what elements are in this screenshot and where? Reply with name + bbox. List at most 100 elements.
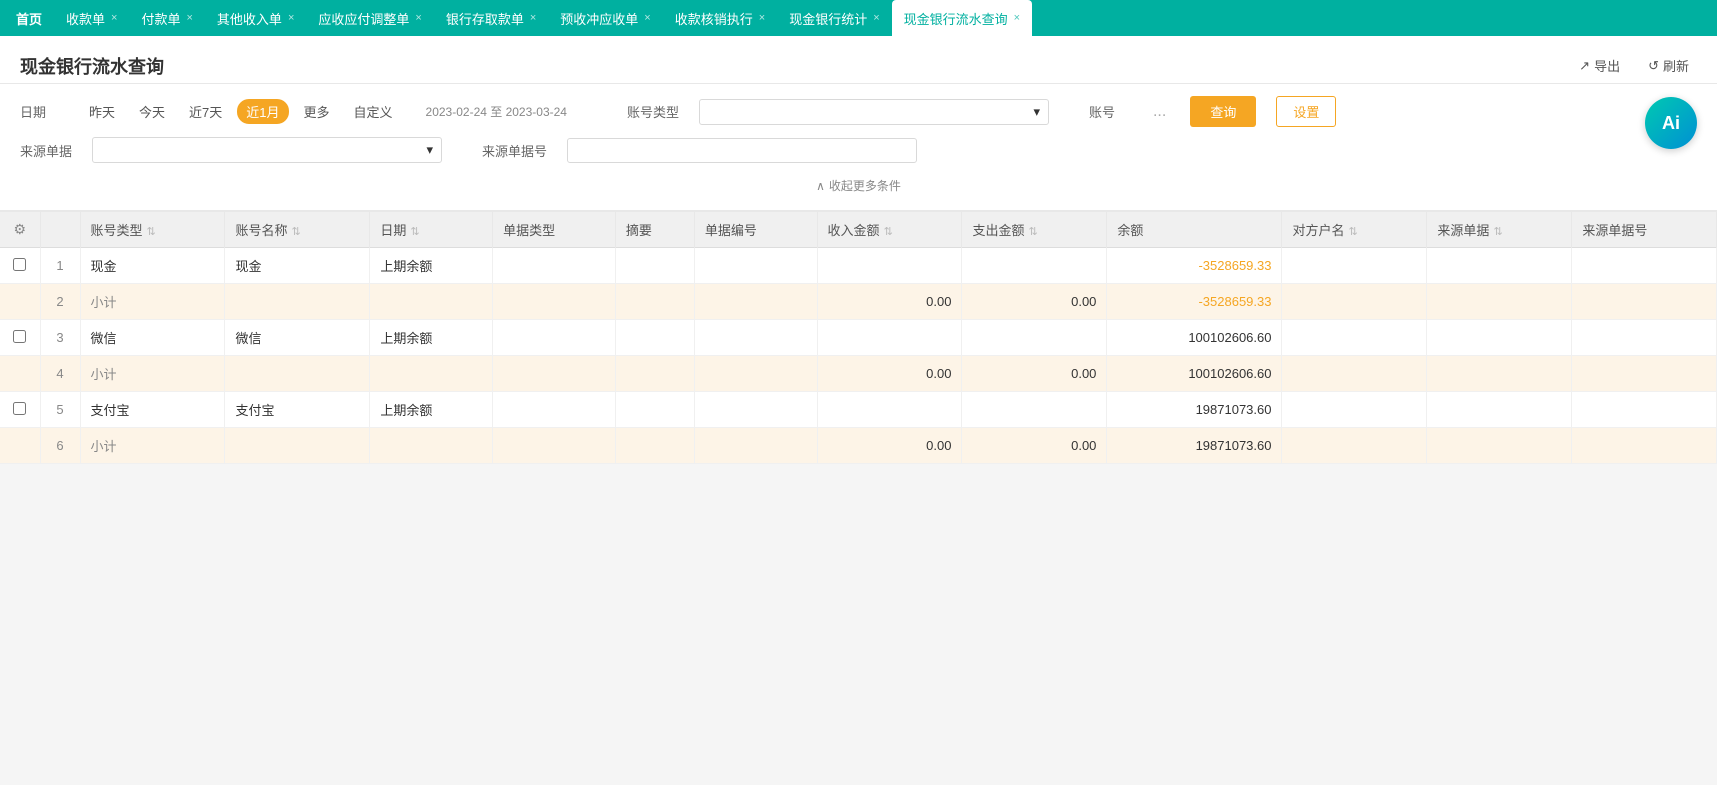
- export-button[interactable]: ↗ 导出: [1571, 52, 1628, 79]
- date-buttons: 昨天今天近7天近1月更多自定义: [80, 99, 402, 124]
- sort-icon: [884, 225, 893, 238]
- sort-icon: [1029, 225, 1038, 238]
- source-doc-num-label: 来源单据号: [482, 141, 547, 160]
- cell-account-type: 小计: [80, 428, 225, 464]
- cell-date: 上期余额: [370, 320, 493, 356]
- row-checkbox[interactable]: [0, 320, 40, 356]
- date-btn-近1月[interactable]: 近1月: [237, 99, 288, 124]
- cell-source-doc-num: [1572, 284, 1717, 320]
- row-select-checkbox[interactable]: [13, 402, 26, 415]
- source-doc-num-input[interactable]: [567, 138, 917, 163]
- nav-tab-bank-deposit[interactable]: 银行存取款单×: [434, 0, 548, 36]
- table-row: 5支付宝支付宝上期余额19871073.60: [0, 392, 1717, 428]
- close-tab-icon[interactable]: ×: [873, 12, 879, 24]
- cell-source-doc: [1427, 356, 1572, 392]
- column-header-account_type[interactable]: 账号类型: [80, 212, 225, 248]
- close-tab-icon[interactable]: ×: [288, 12, 294, 24]
- cell-summary: [615, 356, 694, 392]
- cell-balance: 19871073.60: [1107, 428, 1282, 464]
- table-settings-icon[interactable]: ⚙: [13, 221, 26, 237]
- row-select-checkbox[interactable]: [13, 330, 26, 343]
- query-button[interactable]: 查询: [1190, 96, 1256, 127]
- column-header-expense[interactable]: 支出金额: [962, 212, 1107, 248]
- page-header: 现金银行流水查询 ↗ 导出 ↺ 刷新: [0, 36, 1717, 84]
- date-btn-今天[interactable]: 今天: [130, 99, 174, 124]
- date-btn-昨天[interactable]: 昨天: [80, 99, 124, 124]
- cell-account-type: 微信: [80, 320, 225, 356]
- cell-counterpart: [1282, 284, 1427, 320]
- ai-assistant-button[interactable]: Ai: [1645, 97, 1697, 149]
- close-tab-icon[interactable]: ×: [415, 12, 421, 24]
- row-checkbox[interactable]: [0, 284, 40, 320]
- cell-balance: 100102606.60: [1107, 356, 1282, 392]
- close-tab-icon[interactable]: ×: [759, 12, 765, 24]
- row-select-checkbox[interactable]: [13, 258, 26, 271]
- row-checkbox[interactable]: [0, 392, 40, 428]
- source-doc-select[interactable]: [92, 137, 442, 163]
- column-header-settings[interactable]: ⚙: [0, 212, 40, 248]
- page-title: 现金银行流水查询: [20, 53, 164, 79]
- chevron-down-icon: [1033, 104, 1040, 120]
- column-header-source_doc_num: 来源单据号: [1572, 212, 1717, 248]
- column-header-source_doc[interactable]: 来源单据: [1427, 212, 1572, 248]
- nav-tab-payment[interactable]: 付款单×: [129, 0, 204, 36]
- row-checkbox[interactable]: [0, 428, 40, 464]
- cell-doc-type: [493, 428, 616, 464]
- cell-date: [370, 428, 493, 464]
- date-btn-近7天[interactable]: 近7天: [180, 99, 231, 124]
- nav-tab-other-income[interactable]: 其他收入单×: [205, 0, 306, 36]
- source-doc-label: 来源单据: [20, 141, 72, 160]
- close-tab-icon[interactable]: ×: [111, 12, 117, 24]
- column-header-date[interactable]: 日期: [370, 212, 493, 248]
- date-btn-自定义[interactable]: 自定义: [345, 99, 402, 124]
- close-tab-icon[interactable]: ×: [530, 12, 536, 24]
- cell-expense: [962, 320, 1107, 356]
- column-header-doc_num: 单据编号: [694, 212, 817, 248]
- cell-source-doc: [1427, 248, 1572, 284]
- sort-icon: [1493, 225, 1502, 238]
- cell-account-type: 现金: [80, 248, 225, 284]
- nav-tab-ar-ap-adjust[interactable]: 应收应付调整单×: [306, 0, 433, 36]
- cell-source-doc-num: [1572, 428, 1717, 464]
- nav-tab-writeoff[interactable]: 收款核销执行×: [663, 0, 777, 36]
- table-row: 2小计0.000.00-3528659.33: [0, 284, 1717, 320]
- collapse-button[interactable]: ∧ 收起更多条件: [20, 173, 1697, 198]
- export-icon: ↗: [1579, 58, 1590, 74]
- filter-row-2: 来源单据 来源单据号: [20, 137, 1697, 163]
- settings-button[interactable]: 设置: [1276, 96, 1336, 127]
- sort-icon: [147, 225, 156, 238]
- refresh-button[interactable]: ↺ 刷新: [1640, 52, 1697, 79]
- header-actions: ↗ 导出 ↺ 刷新: [1571, 52, 1697, 79]
- nav-tab-cash-stats[interactable]: 现金银行统计×: [777, 0, 891, 36]
- account-dots[interactable]: ...: [1149, 103, 1170, 121]
- cell-source-doc-num: [1572, 320, 1717, 356]
- top-nav: 首页收款单×付款单×其他收入单×应收应付调整单×银行存取款单×预收冲应收单×收款…: [0, 0, 1717, 36]
- collapse-icon: ∧: [816, 179, 825, 193]
- cell-balance: -3528659.33: [1107, 248, 1282, 284]
- table-area: ⚙账号类型账号名称日期单据类型摘要单据编号收入金额支出金额余额对方户名来源单据来…: [0, 212, 1717, 464]
- cell-source-doc: [1427, 284, 1572, 320]
- column-header-income[interactable]: 收入金额: [817, 212, 962, 248]
- close-tab-icon[interactable]: ×: [644, 12, 650, 24]
- nav-tab-receipt[interactable]: 收款单×: [54, 0, 129, 36]
- cell-income: 0.00: [817, 428, 962, 464]
- close-tab-icon[interactable]: ×: [1014, 12, 1020, 24]
- column-header-counterpart[interactable]: 对方户名: [1282, 212, 1427, 248]
- close-tab-icon[interactable]: ×: [186, 12, 192, 24]
- cell-doc-type: [493, 248, 616, 284]
- row-checkbox[interactable]: [0, 248, 40, 284]
- account-label: 账号: [1089, 102, 1129, 121]
- cell-income: [817, 248, 962, 284]
- row-checkbox[interactable]: [0, 356, 40, 392]
- nav-tab-prepay-charge[interactable]: 预收冲应收单×: [548, 0, 662, 36]
- row-number: 2: [40, 284, 80, 320]
- column-header-summary: 摘要: [615, 212, 694, 248]
- column-header-account_name[interactable]: 账号名称: [225, 212, 370, 248]
- nav-tab-home[interactable]: 首页: [4, 0, 54, 36]
- date-btn-更多[interactable]: 更多: [295, 99, 339, 124]
- cell-expense: 0.00: [962, 356, 1107, 392]
- cell-income: [817, 320, 962, 356]
- account-type-select[interactable]: [699, 99, 1049, 125]
- cell-balance: 100102606.60: [1107, 320, 1282, 356]
- nav-tab-cash-flow[interactable]: 现金银行流水查询×: [892, 0, 1032, 36]
